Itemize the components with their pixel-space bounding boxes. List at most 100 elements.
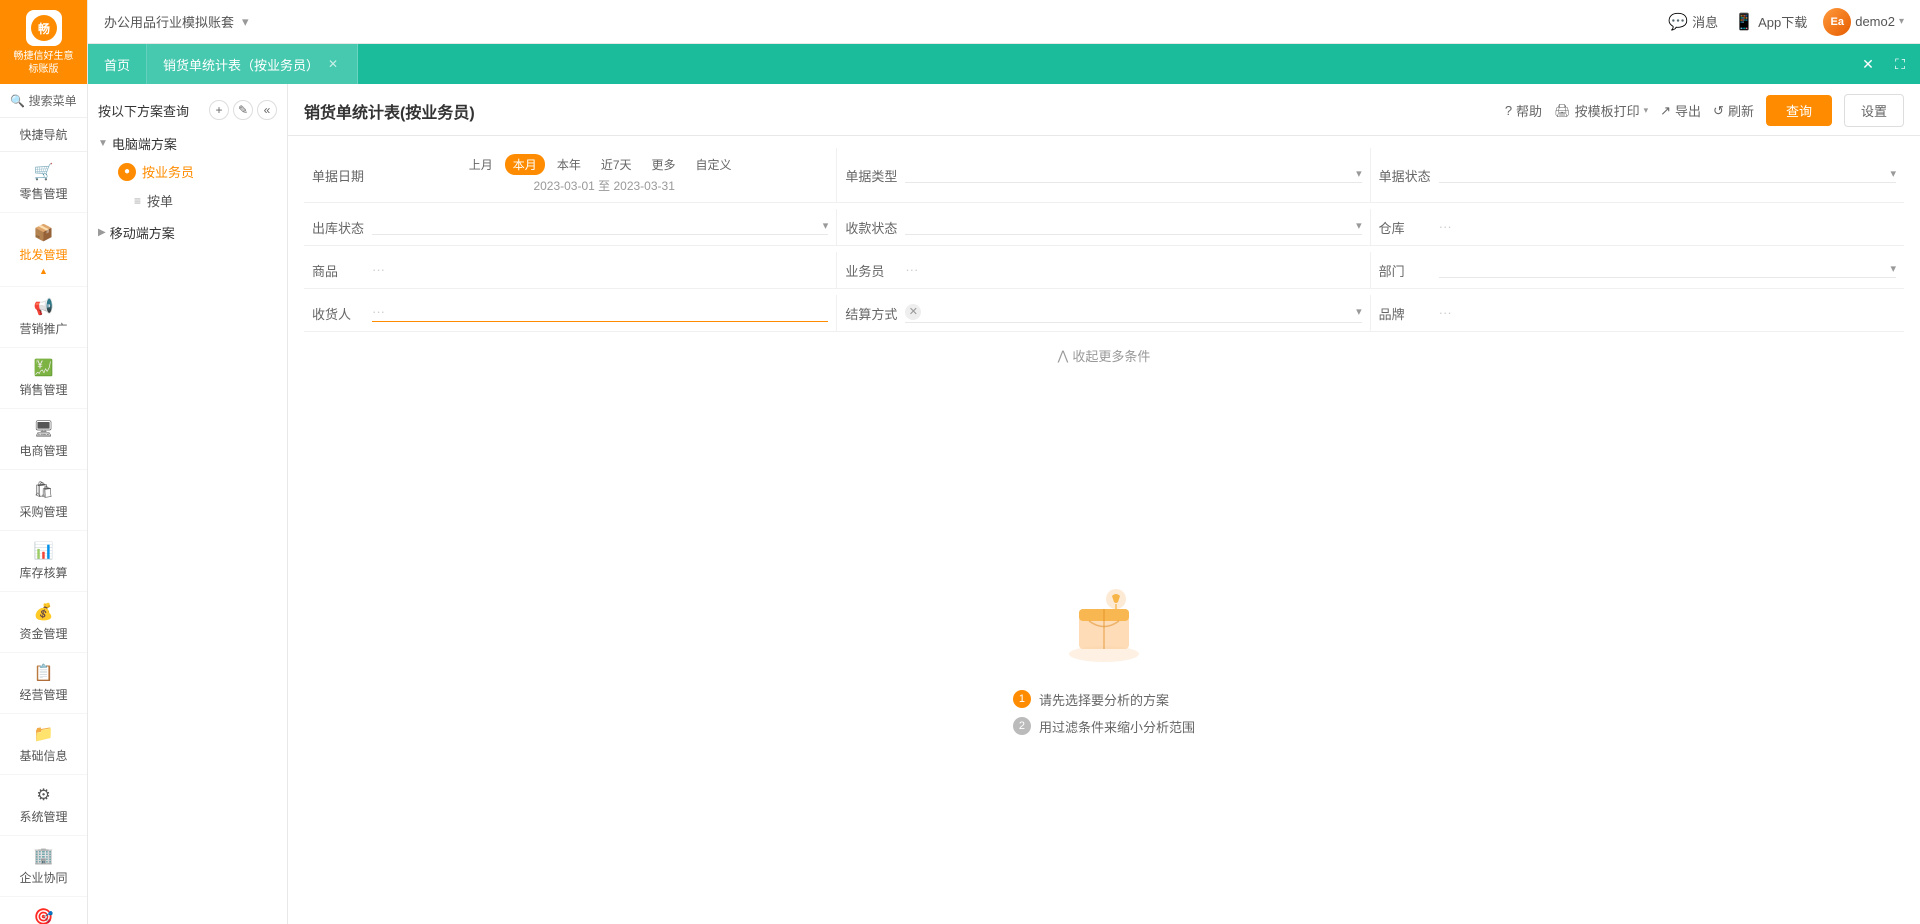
sidebar-item-basic[interactable]: 📁 基础信息 bbox=[0, 714, 87, 775]
breadcrumb-arrow[interactable]: ▾ bbox=[242, 14, 249, 30]
edit-scheme-btn[interactable]: ✎ bbox=[233, 100, 253, 120]
user-menu[interactable]: Ea demo2 ▾ bbox=[1823, 8, 1904, 36]
staff-dots: ··· bbox=[905, 262, 918, 277]
dept-control[interactable]: ▾ bbox=[1439, 262, 1896, 278]
collapse-panel-btn[interactable]: « bbox=[257, 100, 277, 120]
date-tab-this-month[interactable]: 本月 bbox=[505, 154, 545, 175]
export-btn[interactable]: ↗ 导出 bbox=[1660, 101, 1701, 120]
print-icon: 🖨 bbox=[1554, 103, 1571, 119]
date-tabs: 上月 本月 本年 近7天 更多 自定义 bbox=[461, 154, 740, 175]
template-print-btn[interactable]: 🖨 按模板打印 ▾ bbox=[1554, 101, 1648, 120]
date-tab-7days[interactable]: 近7天 bbox=[593, 154, 640, 175]
sidebar-item-finance[interactable]: 💰 资金管理 bbox=[0, 592, 87, 653]
scheme-item-by-order[interactable]: ≡ 按单 bbox=[98, 186, 277, 215]
phone-icon: 📱 bbox=[1734, 12, 1754, 32]
date-control: 上月 本月 本年 近7天 更多 自定义 2023-03-01 至 2023-03… bbox=[372, 154, 828, 196]
sidebar-item-retail[interactable]: 🛒 零售管理 bbox=[0, 152, 87, 213]
tab-home[interactable]: 首页 bbox=[88, 44, 147, 84]
date-tab-more[interactable]: 更多 bbox=[644, 154, 684, 175]
scheme-group-desktop-label: 电脑端方案 bbox=[112, 134, 177, 153]
sales-icon: 💹 bbox=[34, 358, 54, 378]
scheme-group-mobile-label: 移动端方案 bbox=[110, 223, 175, 242]
help-btn[interactable]: ? 帮助 bbox=[1505, 101, 1542, 120]
doctype-control[interactable]: ▾ bbox=[905, 167, 1361, 183]
staff-control[interactable]: ··· bbox=[905, 262, 1361, 279]
outstatus-control[interactable]: ▾ bbox=[372, 219, 828, 235]
date-tab-custom[interactable]: 自定义 bbox=[688, 154, 740, 175]
enterprise-icon: 🏢 bbox=[34, 846, 54, 866]
tab-sales-stats[interactable]: 销货单统计表（按业务员） ✕ bbox=[147, 44, 358, 84]
settlement-x[interactable]: ✕ bbox=[905, 304, 921, 320]
sidebar-item-wholesale[interactable]: 📦 批发管理 ▲ bbox=[0, 213, 87, 287]
topbar: 办公用品行业模拟账套 ▾ 💬 消息 📱 App下载 Ea demo2 ▾ bbox=[88, 0, 1920, 44]
basic-icon: 📁 bbox=[34, 724, 54, 744]
finance-icon: 💰 bbox=[34, 602, 54, 622]
avatar: Ea bbox=[1823, 8, 1851, 36]
payment-arrow: ▾ bbox=[1356, 219, 1362, 232]
filter-cell-dept: 部门 ▾ bbox=[1371, 252, 1904, 288]
docstatus-label: 单据状态 bbox=[1379, 166, 1439, 185]
sidebar-item-inventory[interactable]: 📊 库存核算 bbox=[0, 531, 87, 592]
ecommerce-icon: 🖥 bbox=[33, 419, 53, 439]
brand-control[interactable]: ··· bbox=[1439, 305, 1896, 322]
chevron-right-icon: ▶ bbox=[98, 227, 106, 238]
warehouse-control[interactable]: ··· bbox=[1439, 219, 1896, 236]
close-window-btn[interactable]: ✕ bbox=[1856, 52, 1880, 76]
collapse-more-btn[interactable]: ⋀ 收起更多条件 bbox=[304, 338, 1904, 373]
message-btn[interactable]: 💬 消息 bbox=[1668, 12, 1718, 32]
filter-cell-date: 单据日期 上月 本月 本年 近7天 更多 自定义 2023-03-01 至 20… bbox=[304, 148, 837, 202]
scheme-active-icon: ● bbox=[118, 163, 136, 181]
sidebar-item-marketing[interactable]: 📢 营销推广 bbox=[0, 287, 87, 348]
sidebar-item-sales[interactable]: 💹 销售管理 bbox=[0, 348, 87, 409]
refresh-btn[interactable]: ↺ 刷新 bbox=[1713, 101, 1754, 120]
content-area: 1 请先选择要分析的方案 2 用过滤条件来缩小分析范围 bbox=[288, 385, 1920, 924]
operations-icon: 📋 bbox=[34, 663, 54, 683]
payment-label: 收款状态 bbox=[845, 218, 905, 237]
scheme-group-desktop-title[interactable]: ▼ 电脑端方案 bbox=[98, 130, 277, 157]
plus-icon: + bbox=[215, 103, 222, 117]
sidebar-item-purchase[interactable]: 🛍 采购管理 bbox=[0, 470, 87, 531]
date-tab-this-year[interactable]: 本年 bbox=[549, 154, 589, 175]
scheme-item-by-order-label: 按单 bbox=[147, 191, 173, 210]
recipient-dots: ··· bbox=[372, 304, 385, 319]
sidebar-item-enterprise-label: 企业协同 bbox=[19, 869, 67, 886]
username: demo2 bbox=[1855, 14, 1895, 29]
sidebar-item-system[interactable]: ⚙ 系统管理 bbox=[0, 775, 87, 836]
recipient-control[interactable]: ··· bbox=[372, 304, 828, 322]
date-tab-last-month[interactable]: 上月 bbox=[461, 154, 501, 175]
empty-step-1: 1 请先选择要分析的方案 bbox=[1013, 690, 1195, 709]
step-num-1: 1 bbox=[1013, 690, 1031, 708]
collapse-icon: « bbox=[264, 103, 271, 117]
brand-dots: ··· bbox=[1439, 305, 1452, 320]
step-num-2: 2 bbox=[1013, 717, 1031, 735]
scheme-item-by-staff[interactable]: ● 按业务员 bbox=[98, 157, 277, 186]
docstatus-control[interactable]: ▾ bbox=[1439, 167, 1896, 183]
sidebar-item-ecommerce[interactable]: 🖥 电商管理 bbox=[0, 409, 87, 470]
sidebar-item-purchase-label: 采购管理 bbox=[19, 503, 67, 520]
add-scheme-btn[interactable]: + bbox=[209, 100, 229, 120]
search-menu[interactable]: 🔍 搜索菜单 bbox=[0, 84, 87, 118]
sidebar-logo: 畅 畅捷信好生意 标账版 bbox=[0, 0, 88, 84]
sidebar-item-newbie[interactable]: 🎯 新手引导 bbox=[0, 897, 87, 924]
expand-window-btn[interactable]: ⛶ bbox=[1888, 52, 1912, 76]
sidebar-item-enterprise[interactable]: 🏢 企业协同 bbox=[0, 836, 87, 897]
sidebar-item-system-label: 系统管理 bbox=[19, 808, 67, 825]
query-btn[interactable]: 查询 bbox=[1766, 95, 1832, 126]
settings-btn[interactable]: 设置 bbox=[1844, 94, 1904, 127]
panel-header-actions: + ✎ « bbox=[209, 100, 277, 120]
sidebar-item-ecommerce-label: 电商管理 bbox=[19, 442, 67, 459]
topbar-left: 办公用品行业模拟账套 ▾ bbox=[104, 12, 249, 31]
product-control[interactable]: ··· bbox=[372, 262, 828, 279]
scheme-group-mobile[interactable]: ▶ 移动端方案 bbox=[88, 219, 287, 246]
tab-close-btn[interactable]: ✕ bbox=[325, 56, 341, 72]
date-label: 单据日期 bbox=[312, 166, 372, 185]
app-download-btn[interactable]: 📱 App下载 bbox=[1734, 12, 1807, 32]
quick-nav[interactable]: 快捷导航 bbox=[0, 118, 87, 152]
page-actions: ? 帮助 🖨 按模板打印 ▾ ↗ 导出 ↺ bbox=[1505, 94, 1904, 127]
newbie-icon: 🎯 bbox=[34, 907, 54, 924]
sidebar-item-operations[interactable]: 📋 经营管理 bbox=[0, 653, 87, 714]
sidebar-item-marketing-label: 营销推广 bbox=[19, 320, 67, 337]
payment-control[interactable]: ▾ bbox=[905, 219, 1361, 235]
sidebar-item-sales-label: 销售管理 bbox=[19, 381, 67, 398]
quick-nav-label: 快捷导航 bbox=[19, 128, 67, 142]
